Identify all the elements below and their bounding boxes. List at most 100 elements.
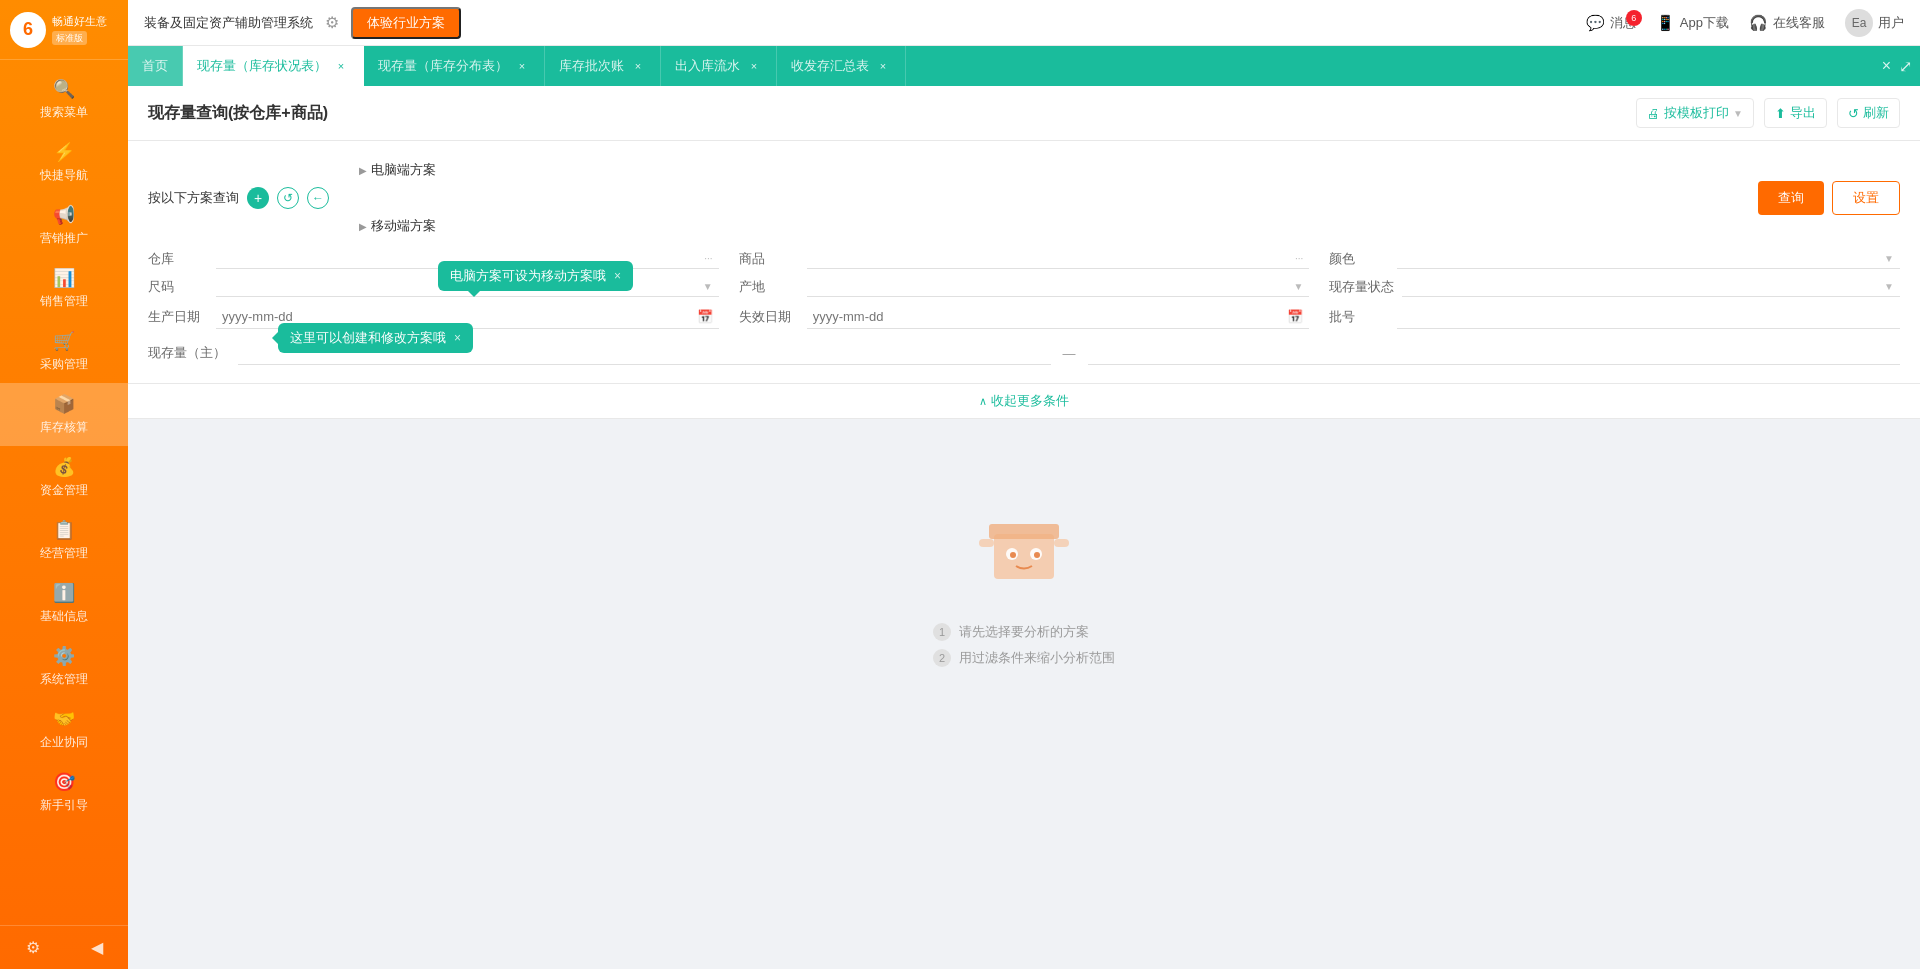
topbar-left: 装备及固定资产辅助管理系统 ⚙ 体验行业方案 bbox=[144, 7, 461, 39]
inv-amount-max-input[interactable] bbox=[1088, 341, 1901, 365]
page-header: 现存量查询(按仓库+商品) 🖨 按模板打印 ▼ ⬆ 导出 ↺ 刷新 bbox=[128, 86, 1920, 141]
trial-btn[interactable]: 体验行业方案 bbox=[351, 7, 461, 39]
tab-inventory-batch[interactable]: 库存批次账 × bbox=[545, 46, 661, 86]
scheme-mobile-arrow[interactable]: ▶ 移动端方案 bbox=[353, 213, 442, 239]
sidebar-item-finance[interactable]: 💰 资金管理 bbox=[0, 446, 128, 509]
reset-filter-btn[interactable]: 设置 bbox=[1832, 181, 1900, 215]
prod-date-cal-icon[interactable]: 📅 bbox=[697, 309, 713, 324]
export-btn[interactable]: ⬆ 导出 bbox=[1764, 98, 1827, 128]
empty-step-2: 2 用过滤条件来缩小分析范围 bbox=[933, 645, 1115, 671]
sidebar-item-purchase[interactable]: 🛒 采购管理 bbox=[0, 320, 128, 383]
logo-badge: 标准版 bbox=[52, 31, 87, 46]
app-logo: 6 畅通好生意 标准版 bbox=[0, 0, 128, 60]
tab-close-inventory-batch[interactable]: × bbox=[630, 58, 646, 74]
sidebar-item-basic[interactable]: ℹ️ 基础信息 bbox=[0, 572, 128, 635]
prod-date-start-input[interactable] bbox=[222, 309, 693, 324]
tab-close-inventory-status[interactable]: × bbox=[333, 58, 349, 74]
system-name: 装备及固定资产辅助管理系统 bbox=[144, 14, 313, 32]
guide-icon: 🎯 bbox=[53, 771, 75, 793]
topbar-settings-icon[interactable]: ⚙ bbox=[325, 13, 339, 32]
expire-date-cal-icon[interactable]: 📅 bbox=[1287, 309, 1303, 324]
size-label: 尺码 bbox=[148, 278, 208, 296]
expire-date-start[interactable]: 📅 bbox=[807, 305, 1310, 329]
filter-reset-btn[interactable]: ↺ bbox=[277, 187, 299, 209]
batch-input[interactable] bbox=[1397, 305, 1900, 329]
main-area: 装备及固定资产辅助管理系统 ⚙ 体验行业方案 💬 消息 6 📱 App下载 🎧 … bbox=[128, 0, 1920, 969]
settings-footer-btn[interactable]: ⚙ bbox=[26, 938, 40, 957]
filter-grid-row2: 尺码 ▼ 产地 ▼ 现存量状态 bbox=[148, 277, 1900, 305]
expire-date-label: 失效日期 bbox=[739, 308, 799, 326]
origin-label: 产地 bbox=[739, 278, 799, 296]
tabbar-actions: × ⤢ bbox=[1882, 57, 1920, 76]
print-template-btn[interactable]: 🖨 按模板打印 ▼ bbox=[1636, 98, 1754, 128]
scheme-desktop-arrow[interactable]: ▶ 电脑端方案 bbox=[353, 157, 442, 183]
print-icon: 🖨 bbox=[1647, 106, 1660, 121]
message-btn[interactable]: 💬 消息 6 bbox=[1586, 14, 1636, 32]
close-all-tabs-btn[interactable]: × bbox=[1882, 57, 1891, 75]
page-actions: 🖨 按模板打印 ▼ ⬆ 导出 ↺ 刷新 bbox=[1636, 98, 1900, 128]
color-select[interactable]: ▼ bbox=[1397, 249, 1900, 269]
sidebar-item-marketing[interactable]: 📢 营销推广 bbox=[0, 194, 128, 257]
purchase-icon: 🛒 bbox=[53, 330, 75, 352]
quick-nav-icon: ⚡ bbox=[53, 141, 75, 163]
range-separator: — bbox=[1063, 346, 1076, 361]
sidebar-item-operation[interactable]: 📋 经营管理 bbox=[0, 509, 128, 572]
topbar: 装备及固定资产辅助管理系统 ⚙ 体验行业方案 💬 消息 6 📱 App下载 🎧 … bbox=[128, 0, 1920, 46]
app-download-btn[interactable]: 📱 App下载 bbox=[1656, 14, 1729, 32]
filter-cell-origin: 产地 ▼ bbox=[739, 277, 1310, 297]
print-dropdown-icon: ▼ bbox=[1733, 108, 1743, 119]
tab-recv-summary[interactable]: 收发存汇总表 × bbox=[777, 46, 906, 86]
product-select[interactable]: ··· bbox=[807, 249, 1310, 269]
sidebar-item-inventory[interactable]: 📦 库存核算 bbox=[0, 383, 128, 446]
app-download-icon: 📱 bbox=[1656, 14, 1675, 32]
collapse-filter-btn[interactable]: ∧ 收起更多条件 bbox=[128, 384, 1920, 419]
sidebar-item-quick[interactable]: ⚡ 快捷导航 bbox=[0, 131, 128, 194]
inv-status-select[interactable]: ▼ bbox=[1402, 277, 1900, 297]
refresh-btn[interactable]: ↺ 刷新 bbox=[1837, 98, 1900, 128]
sidebar-item-system[interactable]: ⚙️ 系统管理 bbox=[0, 635, 128, 698]
filter-cell-product: 商品 ··· bbox=[739, 249, 1310, 269]
refresh-icon: ↺ bbox=[1848, 106, 1859, 121]
warehouse-label: 仓库 bbox=[148, 250, 208, 268]
tooltip2-close-btn[interactable]: × bbox=[454, 331, 461, 345]
page-title: 现存量查询(按仓库+商品) bbox=[148, 103, 328, 124]
filter-grid-row1: 仓库 ··· 商品 ··· 颜色 bbox=[148, 249, 1900, 277]
online-support-btn[interactable]: 🎧 在线客服 bbox=[1749, 14, 1825, 32]
inv-amount-label: 现存量（主） bbox=[148, 344, 226, 362]
sidebar-item-guide[interactable]: 🎯 新手引导 bbox=[0, 761, 128, 824]
message-badge: 6 bbox=[1626, 10, 1642, 26]
sidebar-item-search[interactable]: 🔍 搜索菜单 bbox=[0, 68, 128, 131]
color-chevron-icon: ▼ bbox=[1884, 253, 1894, 264]
tab-inout-flow[interactable]: 出入库流水 × bbox=[661, 46, 777, 86]
tab-inventory-status[interactable]: 现存量（库存状况表） × bbox=[183, 46, 364, 86]
tab-home[interactable]: 首页 bbox=[128, 46, 183, 86]
sidebar-item-sales[interactable]: 📊 销售管理 bbox=[0, 257, 128, 320]
logo-icon: 6 bbox=[10, 12, 46, 48]
expire-date-start-input[interactable] bbox=[813, 309, 1284, 324]
tab-close-inventory-dist[interactable]: × bbox=[514, 58, 530, 74]
color-label: 颜色 bbox=[1329, 250, 1389, 268]
tooltip-desktop-scheme: 电脑方案可设为移动方案哦 × bbox=[438, 261, 633, 291]
warehouse-chevron-icon: ··· bbox=[704, 253, 712, 264]
logo-text: 畅通好生意 标准版 bbox=[52, 14, 107, 46]
tab-close-recv-summary[interactable]: × bbox=[875, 58, 891, 74]
filter-cell-color: 颜色 ▼ bbox=[1329, 249, 1900, 269]
user-profile-btn[interactable]: Ea 用户 bbox=[1845, 9, 1904, 37]
avatar: Ea bbox=[1845, 9, 1873, 37]
filter-panel: 按以下方案查询 + ↺ ← ▶ 电脑端方案 ▶ 移动端方案 bbox=[128, 141, 1920, 384]
origin-select[interactable]: ▼ bbox=[807, 277, 1310, 297]
filter-add-btn[interactable]: + bbox=[247, 187, 269, 209]
filter-back-btn[interactable]: ← bbox=[307, 187, 329, 209]
collapse-sidebar-btn[interactable]: ◀ bbox=[91, 938, 103, 957]
sidebar-item-collab[interactable]: 🤝 企业协同 bbox=[0, 698, 128, 761]
tab-inventory-dist[interactable]: 现存量（库存分布表） × bbox=[364, 46, 545, 86]
search-btn[interactable]: 查询 bbox=[1758, 181, 1824, 215]
empty-state: 1 请先选择要分析的方案 2 用过滤条件来缩小分析范围 bbox=[128, 419, 1920, 751]
system-icon: ⚙️ bbox=[53, 645, 75, 667]
maximize-tab-btn[interactable]: ⤢ bbox=[1899, 57, 1912, 76]
tab-close-inout-flow[interactable]: × bbox=[746, 58, 762, 74]
content-area: 现存量查询(按仓库+商品) 🖨 按模板打印 ▼ ⬆ 导出 ↺ 刷新 bbox=[128, 86, 1920, 969]
export-icon: ⬆ bbox=[1775, 106, 1786, 121]
filter-label-row: 按以下方案查询 + ↺ ← ▶ 电脑端方案 ▶ 移动端方案 bbox=[148, 157, 1900, 239]
tooltip1-close-btn[interactable]: × bbox=[614, 269, 621, 283]
